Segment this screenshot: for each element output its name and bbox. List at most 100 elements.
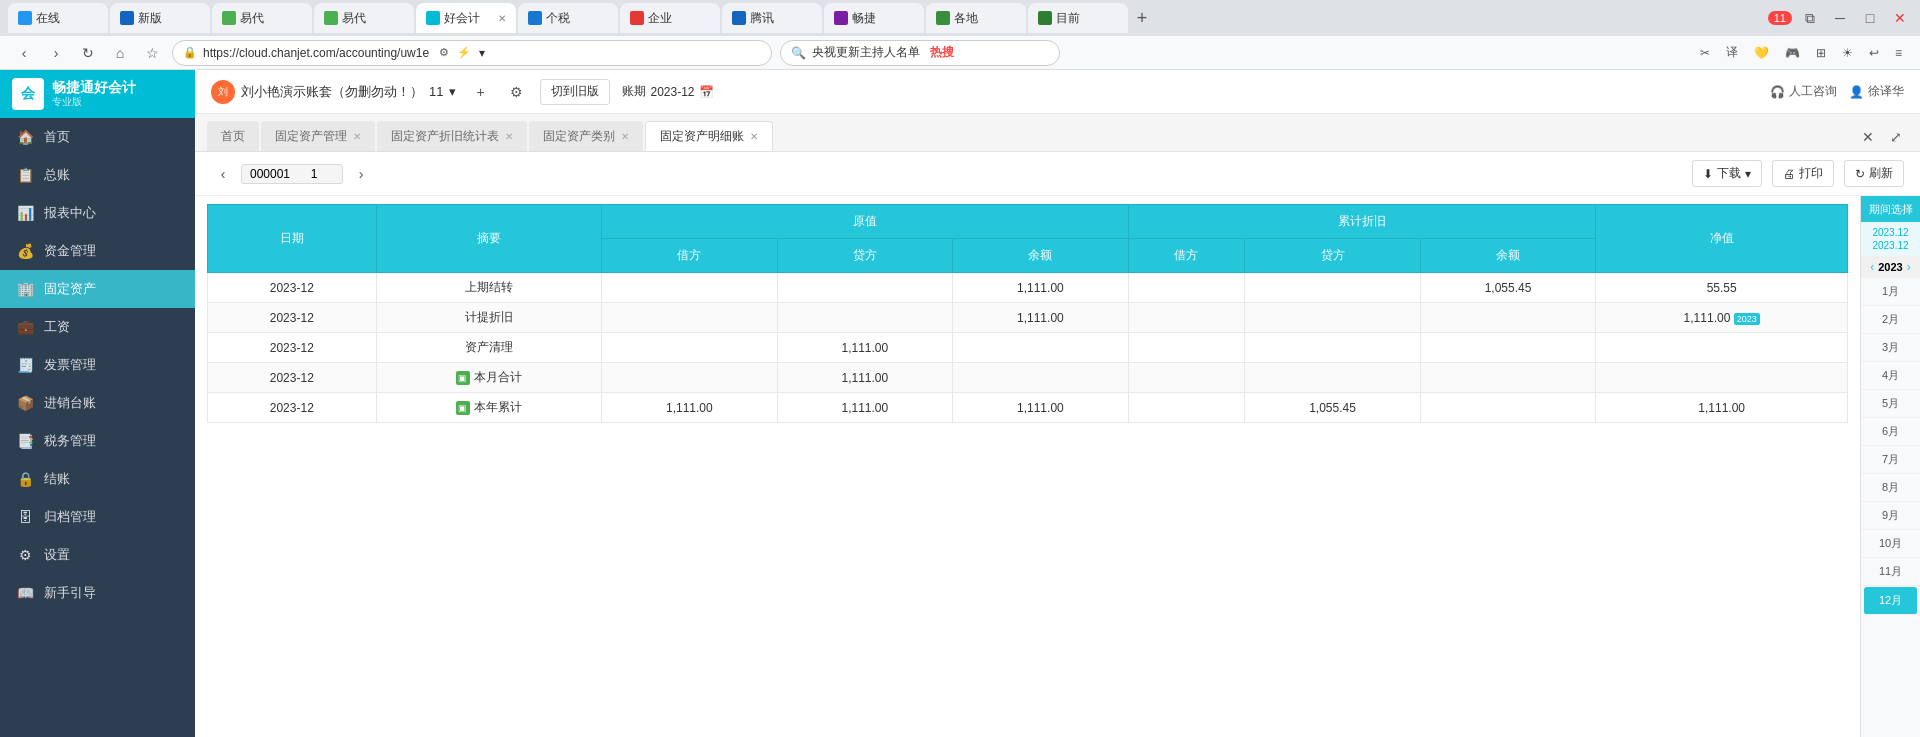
browser-tab-haokuai[interactable]: 好会计 ✕ <box>416 3 516 33</box>
sidebar-item-payroll[interactable]: 💼 工资 <box>0 308 195 346</box>
browser-tab-tencent[interactable]: 腾讯 <box>722 3 822 33</box>
tab-close-icon-4[interactable]: ✕ <box>750 131 758 142</box>
sidebar-item-home[interactable]: 🏠 首页 <box>0 118 195 156</box>
history-tool[interactable]: ↩ <box>1863 44 1885 62</box>
period-month-5[interactable]: 5月 <box>1861 390 1920 418</box>
minimize-button[interactable]: ─ <box>1828 6 1852 30</box>
toolbar: ‹ 000001 › ⬇ 下载 ▾ 🖨 打印 ↻ <box>195 152 1920 196</box>
page-number-input[interactable] <box>294 167 334 181</box>
account-selector[interactable]: 刘 刘小艳演示账套（勿删勿动！） 11 ▾ <box>211 80 456 104</box>
restore-window-button[interactable]: ⧉ <box>1798 6 1822 30</box>
period-month-6[interactable]: 6月 <box>1861 418 1920 446</box>
grid-tool[interactable]: ⊞ <box>1810 44 1832 62</box>
tab-close-icon-2[interactable]: ✕ <box>505 131 513 142</box>
payroll-icon: 💼 <box>16 318 34 336</box>
sidebar-item-funds[interactable]: 💰 资金管理 <box>0 232 195 270</box>
period-month-4[interactable]: 4月 <box>1861 362 1920 390</box>
browser-tab-yidai1[interactable]: 易代 <box>212 3 312 33</box>
download-button[interactable]: ⬇ 下载 ▾ <box>1692 160 1762 187</box>
period-month-11[interactable]: 11月 <box>1861 558 1920 586</box>
sidebar-item-invoices[interactable]: 🧾 发票管理 <box>0 346 195 384</box>
user-profile-button[interactable]: 👤 徐译华 <box>1849 83 1904 100</box>
sidebar-item-inventory[interactable]: 📦 进销台账 <box>0 384 195 422</box>
sidebar-item-archive[interactable]: 🗄 归档管理 <box>0 498 195 536</box>
tab-asset-category[interactable]: 固定资产类别 ✕ <box>529 121 643 151</box>
brightness-tool[interactable]: ☀ <box>1836 44 1859 62</box>
tab-home[interactable]: 首页 <box>207 121 259 151</box>
browser-tab-geshui[interactable]: 个税 <box>518 3 618 33</box>
period-month-3[interactable]: 3月 <box>1861 334 1920 362</box>
more-tool[interactable]: ≡ <box>1889 44 1908 62</box>
browser-tab-qiye[interactable]: 企业 <box>620 3 720 33</box>
refresh-button[interactable]: ↻ <box>76 41 100 65</box>
browser-tab-yidai2[interactable]: 易代 <box>314 3 414 33</box>
row2-acc-balance <box>1420 303 1596 333</box>
print-button[interactable]: 🖨 打印 <box>1772 160 1834 187</box>
expand-tab-button[interactable]: ⤢ <box>1884 125 1908 149</box>
forward-button[interactable]: › <box>44 41 68 65</box>
period-month-8[interactable]: 8月 <box>1861 474 1920 502</box>
tab-fixed-assets-management[interactable]: 固定资产管理 ✕ <box>261 121 375 151</box>
close-window-button[interactable]: ✕ <box>1888 6 1912 30</box>
browser-tab-new[interactable]: 新版 <box>110 3 210 33</box>
archive-icon: 🗄 <box>16 508 34 526</box>
wallet-tool[interactable]: 💛 <box>1748 44 1775 62</box>
sidebar-item-reports[interactable]: 📊 报表中心 <box>0 194 195 232</box>
account-settings-button[interactable]: ⚙ <box>504 80 528 104</box>
period-month-7[interactable]: 7月 <box>1861 446 1920 474</box>
back-button[interactable]: ‹ <box>12 41 36 65</box>
tab-depreciation-stats[interactable]: 固定资产折旧统计表 ✕ <box>377 121 527 151</box>
switch-version-button[interactable]: 切到旧版 <box>540 79 610 105</box>
year-prev-button[interactable]: ‹ <box>1870 260 1874 274</box>
address-bar[interactable]: 🔒 https://cloud.chanjet.com/accounting/u… <box>172 40 772 66</box>
sidebar-item-ledger[interactable]: 📋 总账 <box>0 156 195 194</box>
sidebar-menu: 🏠 首页 📋 总账 📊 报表中心 💰 资金管理 🏢 固定资产 💼 工资 <box>0 118 195 737</box>
period-month-9[interactable]: 9月 <box>1861 502 1920 530</box>
cut-tool[interactable]: ✂ <box>1694 44 1716 62</box>
period-month-10[interactable]: 10月 <box>1861 530 1920 558</box>
row1-date: 2023-12 <box>208 273 377 303</box>
browser-tab-muqian[interactable]: 目前 <box>1028 3 1128 33</box>
year-next-button[interactable]: › <box>1907 260 1911 274</box>
dropdown-arrow-icon[interactable]: ▾ <box>479 46 485 60</box>
tab-asset-detail[interactable]: 固定资产明细账 ✕ <box>645 121 773 151</box>
period-month-2[interactable]: 2月 <box>1861 306 1920 334</box>
browser-tab-online[interactable]: 在线 <box>8 3 108 33</box>
home-button[interactable]: ⌂ <box>108 41 132 65</box>
logo-sub: 专业版 <box>52 95 136 109</box>
tab-close-icon[interactable]: ✕ <box>353 131 361 142</box>
new-tab-button[interactable]: + <box>1130 6 1154 30</box>
period-month-1[interactable]: 1月 <box>1861 278 1920 306</box>
sidebar-item-closing[interactable]: 🔒 结账 <box>0 460 195 498</box>
add-account-button[interactable]: + <box>468 80 492 104</box>
maximize-button[interactable]: □ <box>1858 6 1882 30</box>
inventory-icon: 📦 <box>16 394 34 412</box>
refresh-data-button[interactable]: ↻ 刷新 <box>1844 160 1904 187</box>
headset-icon: 🎧 <box>1770 85 1785 99</box>
sidebar-item-settings[interactable]: ⚙ 设置 <box>0 536 195 574</box>
sidebar-item-tax[interactable]: 📑 税务管理 <box>0 422 195 460</box>
period-header-label: 期间选择 <box>1863 202 1918 216</box>
sidebar-item-fixed-assets[interactable]: 🏢 固定资产 <box>0 270 195 308</box>
prev-page-button[interactable]: ‹ <box>211 162 235 186</box>
help-button[interactable]: 🎧 人工咨询 <box>1770 83 1837 100</box>
game-tool[interactable]: 🎮 <box>1779 44 1806 62</box>
translate-tool[interactable]: 译 <box>1720 42 1744 63</box>
row2-orig-credit <box>777 303 953 333</box>
sidebar-label-invoices: 发票管理 <box>44 356 96 374</box>
period-month-12[interactable]: 12月 <box>1864 587 1917 615</box>
bookmark-button[interactable]: ☆ <box>140 41 164 65</box>
th-acc-debit: 借方 <box>1128 239 1245 273</box>
browser-tab-gedi[interactable]: 各地 <box>926 3 1026 33</box>
tab-close-icon-3[interactable]: ✕ <box>621 131 629 142</box>
browser-tab-changjie[interactable]: 畅捷 <box>824 3 924 33</box>
row2-orig-balance: 1,111.00 <box>953 303 1129 333</box>
next-page-button[interactable]: › <box>349 162 373 186</box>
close-tab-button[interactable]: ✕ <box>1856 125 1880 149</box>
close-icon[interactable]: ✕ <box>498 13 506 24</box>
sidebar-item-guide[interactable]: 📖 新手引导 <box>0 574 195 612</box>
table-row: 2023-12 资产清理 1,111.00 <box>208 333 1848 363</box>
account-avatar: 刘 <box>211 80 235 104</box>
sidebar-label-fixed-assets: 固定资产 <box>44 280 96 298</box>
search-bar[interactable]: 🔍 央视更新主持人名单 热搜 <box>780 40 1060 66</box>
